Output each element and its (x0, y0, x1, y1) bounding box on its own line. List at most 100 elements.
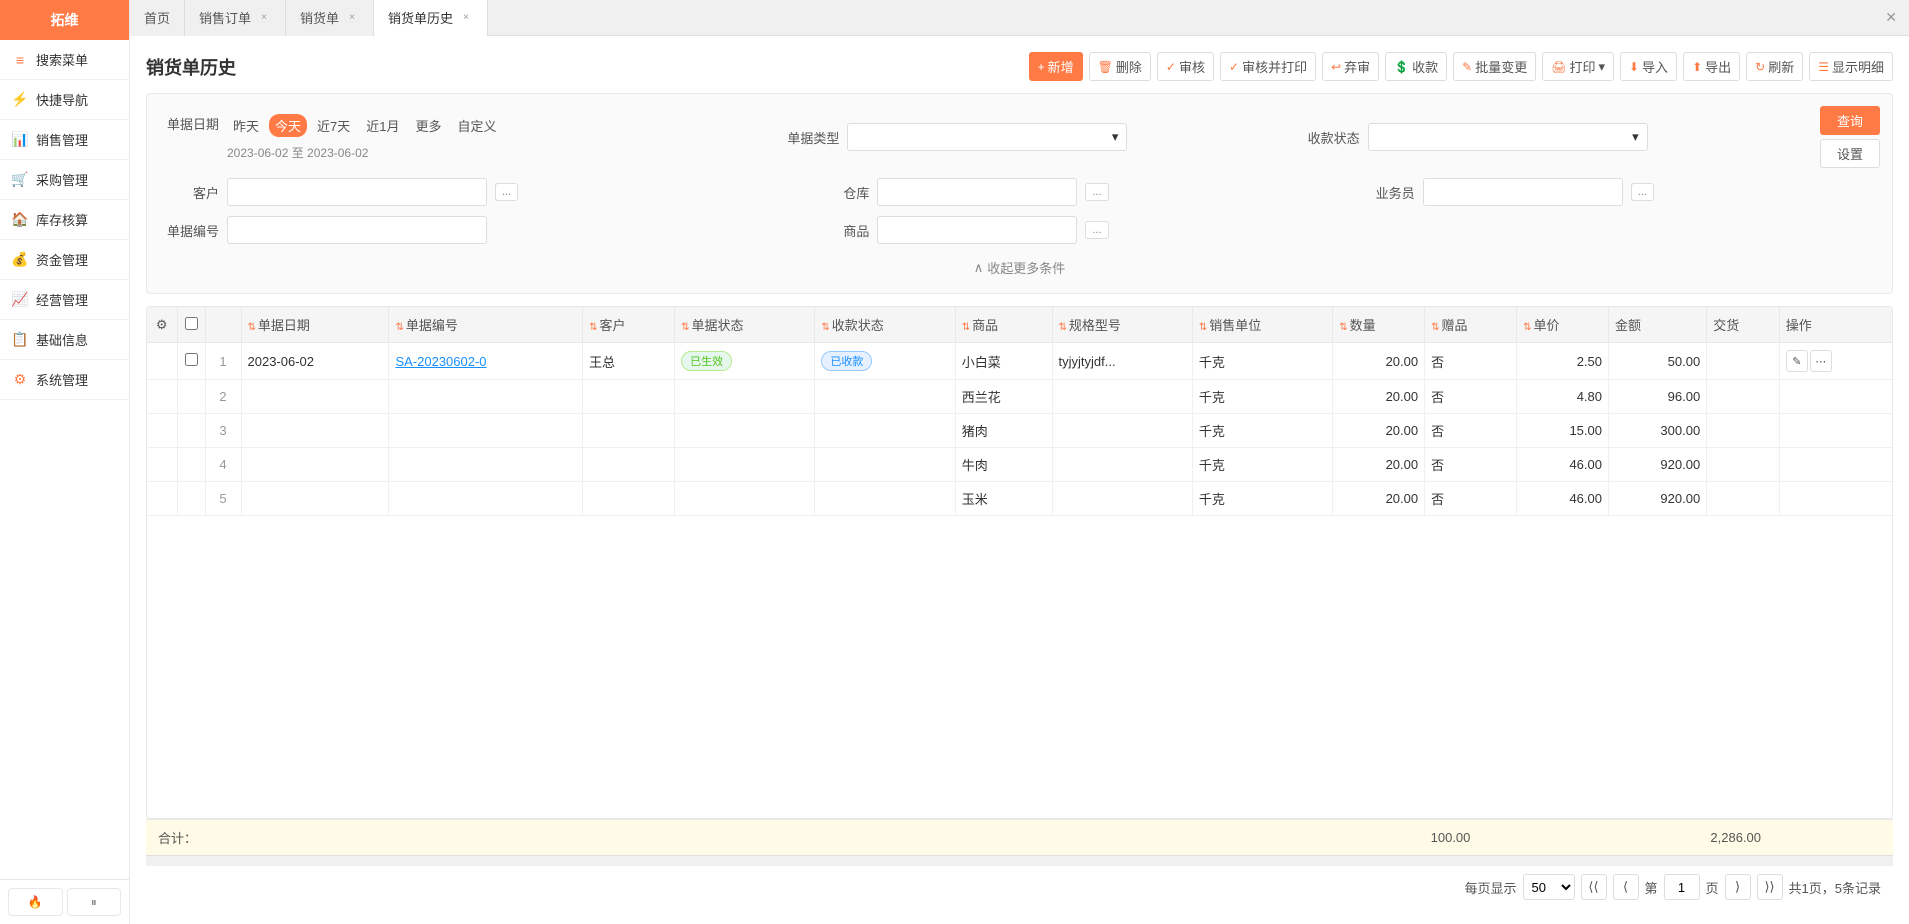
per-page-select[interactable]: 50 100 200 (1523, 874, 1575, 900)
customer-input[interactable] (227, 178, 487, 206)
import-button[interactable]: ⬇ 导入 (1620, 52, 1677, 81)
page-last-button[interactable]: ⟩⟩ (1757, 874, 1783, 900)
th-qty[interactable]: ⇅数量 (1333, 307, 1425, 343)
warehouse-input[interactable] (877, 178, 1077, 206)
collapse-conditions-button[interactable]: ∧ 收起更多条件 (159, 254, 1880, 281)
docnum-input[interactable] (227, 216, 487, 244)
sidebar-item-operation[interactable]: 📈 经营管理 (0, 280, 129, 320)
audit-button[interactable]: ✓ 审核 (1157, 52, 1214, 81)
chart-icon: 📊 (12, 132, 28, 148)
print-dropdown-icon: ▾ (1598, 59, 1605, 75)
th-customer[interactable]: ⇅客户 (583, 307, 675, 343)
sidebar-item-inventory[interactable]: 🏠 库存核算 (0, 200, 129, 240)
row-checkbox[interactable] (185, 353, 198, 366)
td-goods: 西兰花 (955, 380, 1052, 414)
sidebar-item-basic-info[interactable]: 📋 基础信息 (0, 320, 129, 360)
th-goods[interactable]: ⇅商品 (955, 307, 1052, 343)
search-button[interactable]: 查询 (1820, 106, 1880, 135)
tab-sales-history[interactable]: 销货单历史 × (374, 0, 488, 36)
td-price: 15.00 (1517, 414, 1609, 448)
docnum-label: 单据编号 (159, 221, 219, 240)
td-check[interactable] (177, 414, 205, 448)
td-check[interactable] (177, 343, 205, 380)
page-first-button[interactable]: ⟨⟨ (1581, 874, 1607, 900)
salesperson-input[interactable] (1423, 178, 1623, 206)
td-qty: 20.00 (1333, 380, 1425, 414)
date-btn-1month[interactable]: 近1月 (360, 114, 405, 137)
sidebar-item-purchase-mgmt[interactable]: 🛒 采购管理 (0, 160, 129, 200)
refresh-button[interactable]: ↻ 刷新 (1746, 52, 1803, 81)
date-btn-more[interactable]: 更多 (410, 114, 448, 137)
date-btn-yesterday[interactable]: 昨天 (227, 114, 265, 137)
sidebar-pause-button[interactable]: ⏸ (67, 888, 122, 916)
edit-op-button[interactable]: ✎ (1786, 350, 1808, 372)
batch-change-button[interactable]: ✎ 批量变更 (1453, 52, 1536, 81)
show-detail-button[interactable]: ☰ 显示明细 (1809, 52, 1893, 81)
th-date[interactable]: ⇅单据日期 (241, 307, 389, 343)
td-check[interactable] (177, 482, 205, 516)
goods-input[interactable] (877, 216, 1077, 244)
page-prev-button[interactable]: ⟨ (1613, 874, 1639, 900)
print-button[interactable]: 🖨 打印 ▾ (1542, 52, 1614, 81)
customer-picker-button[interactable]: ... (495, 183, 518, 201)
pay-status-badge: 已收款 (821, 351, 872, 371)
table-footer: 合计： 100.00 2,286.00 (146, 819, 1893, 855)
type-select[interactable]: ▾ (847, 123, 1127, 151)
export-button[interactable]: ⬆ 导出 (1683, 52, 1740, 81)
tab-home[interactable]: 首页 (130, 0, 185, 36)
th-price[interactable]: ⇅单价 (1517, 307, 1609, 343)
salesperson-picker-button[interactable]: ... (1631, 183, 1654, 201)
doc-status-badge: 已生效 (681, 351, 732, 371)
new-button[interactable]: + 新增 (1029, 52, 1083, 81)
collect-button[interactable]: 💲 收款 (1385, 52, 1447, 81)
th-unit[interactable]: ⇅销售单位 (1192, 307, 1332, 343)
table-row: 5 玉米 千克 20.00 否 46.00 920.00 (147, 482, 1892, 516)
more-op-button[interactable]: ⋯ (1810, 350, 1832, 372)
th-gift[interactable]: ⇅赠品 (1425, 307, 1517, 343)
footer-total-label: 合计： (158, 828, 197, 847)
td-unit: 千克 (1192, 343, 1332, 380)
date-btn-custom[interactable]: 自定义 (452, 114, 503, 137)
td-check[interactable] (177, 380, 205, 414)
collapse-arrow-icon: ∧ (974, 260, 984, 276)
show-detail-label: 显示明细 (1832, 57, 1884, 76)
date-btn-today[interactable]: 今天 (269, 114, 307, 137)
date-btn-7days[interactable]: 近7天 (311, 114, 356, 137)
td-check[interactable] (177, 448, 205, 482)
abandon-button[interactable]: ↩ 弃审 (1322, 52, 1379, 81)
tab-sales-delivery[interactable]: 销货单 × (286, 0, 374, 36)
audit-print-button[interactable]: ✓ 审核并打印 (1220, 52, 1316, 81)
sidebar-item-finance[interactable]: 💰 资金管理 (0, 240, 129, 280)
th-checkbox[interactable] (177, 307, 205, 343)
tab-sales-history-close[interactable]: × (459, 11, 473, 25)
tab-sales-delivery-label: 销货单 (300, 8, 339, 27)
goods-picker-button[interactable]: ... (1085, 221, 1108, 239)
th-docno[interactable]: ⇅单据编号 (389, 307, 583, 343)
th-pay-status[interactable]: ⇅收款状态 (815, 307, 955, 343)
warehouse-picker-button[interactable]: ... (1085, 183, 1108, 201)
page-number-input[interactable] (1664, 874, 1700, 900)
page-next-button[interactable]: ⟩ (1725, 874, 1751, 900)
sidebar-fire-button[interactable]: 🔥 (8, 888, 63, 916)
tabs-close-all-button[interactable]: ✕ (1873, 9, 1909, 26)
settings-button[interactable]: 设置 (1820, 139, 1880, 168)
select-all-checkbox[interactable] (185, 317, 198, 330)
sidebar-item-sales-mgmt[interactable]: 📊 销售管理 (0, 120, 129, 160)
td-customer (583, 482, 675, 516)
th-doc-status[interactable]: ⇅单据状态 (675, 307, 815, 343)
horizontal-scrollbar[interactable] (146, 855, 1893, 865)
sidebar-item-sys-mgmt[interactable]: ⚙ 系统管理 (0, 360, 129, 400)
delete-button[interactable]: 🗑 删除 (1089, 52, 1151, 81)
docno-link[interactable]: SA-20230602-0 (395, 354, 486, 369)
export-icon: ⬆ (1692, 60, 1702, 74)
tabs-bar: 首页 销售订单 × 销货单 × 销货单历史 × ✕ (130, 0, 1909, 36)
th-spec[interactable]: ⇅规格型号 (1052, 307, 1192, 343)
th-gear[interactable]: ⚙ (147, 307, 177, 343)
tab-sales-order[interactable]: 销售订单 × (185, 0, 286, 36)
payment-select[interactable]: ▾ (1368, 123, 1648, 151)
tab-sales-delivery-close[interactable]: × (345, 11, 359, 25)
search-icon: ≡ (12, 52, 28, 68)
sidebar-item-quick-nav[interactable]: ⚡ 快捷导航 (0, 80, 129, 120)
sidebar-item-search-menu[interactable]: ≡ 搜索菜单 (0, 40, 129, 80)
tab-sales-order-close[interactable]: × (257, 11, 271, 25)
